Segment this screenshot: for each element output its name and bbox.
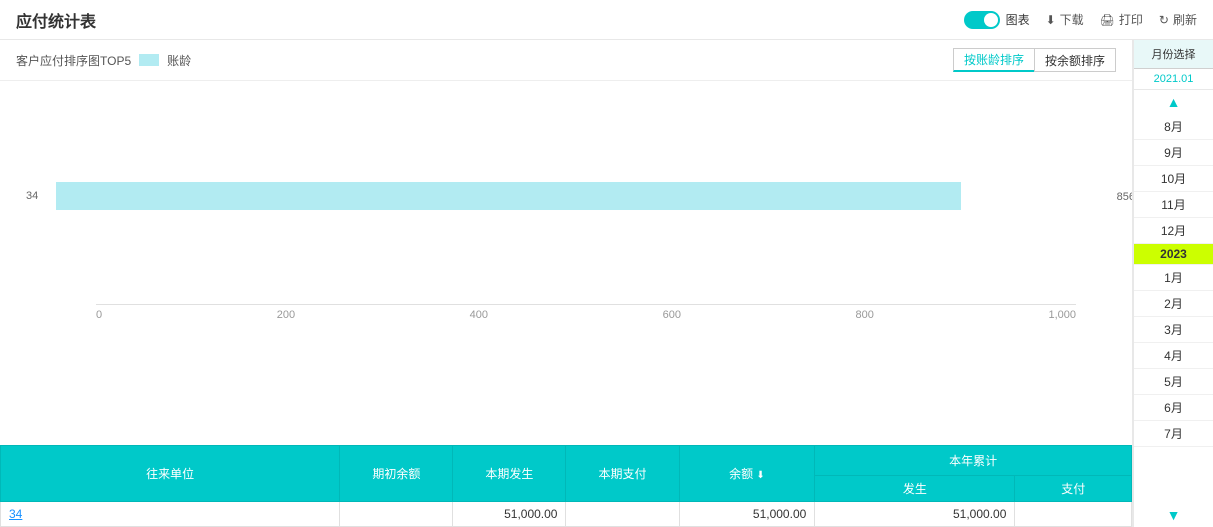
sidebar-item[interactable]: 12月 [1134, 218, 1213, 244]
chart-bar-area: 34 856天 02004006008001,000 [56, 101, 1096, 321]
print-icon: 🖨 [1100, 13, 1115, 27]
chart-toggle-label: 图表 [1006, 11, 1030, 28]
col-header-ytd-occur: 发生 [815, 476, 1015, 502]
download-button[interactable]: ⬇ 下载 [1046, 11, 1084, 28]
legend-label: 客户应付排序图TOP5 [16, 52, 131, 69]
download-icon: ⬇ [1046, 13, 1056, 27]
bar-right-label: 856天 [1117, 188, 1132, 204]
sidebar-current-date[interactable]: 2021.01 [1134, 69, 1213, 90]
col-header-period-balance: 期初余额 [340, 446, 453, 502]
col-header-current-pay: 本期支付 [566, 446, 679, 502]
print-button[interactable]: 🖨 打印 [1100, 11, 1143, 28]
x-axis-label: 400 [470, 309, 488, 321]
bar-left-label: 34 [26, 190, 38, 202]
sidebar-item[interactable]: 6月 [1134, 395, 1213, 421]
chart-toggle-group[interactable]: 图表 [964, 11, 1030, 29]
sort-buttons: 按账龄排序 按余额排序 [953, 48, 1116, 72]
cell-current-pay [566, 502, 679, 527]
sidebar-item[interactable]: 4月 [1134, 343, 1213, 369]
chart-top-bar: 客户应付排序图TOP5 账龄 按账龄排序 按余额排序 [0, 40, 1132, 81]
sidebar-item[interactable]: 7月 [1134, 421, 1213, 447]
legend-box-label: 账龄 [167, 52, 191, 69]
cell-balance: 51,000.00 [679, 502, 815, 527]
sidebar-header: 月份选择 [1134, 40, 1213, 69]
chart-area: 34 856天 0 200 400 600 800 1,000 [0, 81, 1132, 445]
refresh-icon: ↻ [1159, 13, 1169, 27]
x-axis: 0 200 400 600 800 1,000 [96, 304, 1076, 321]
cell-unit: 34 [1, 502, 340, 527]
col-header-current-occur: 本期发生 [453, 446, 566, 502]
data-table: 往来单位 期初余额 本期发生 本期支付 余额 ⬇ 本年累计 发生 [0, 445, 1132, 527]
chart-canvas: 34 856天 02004006008001,000 [16, 91, 1116, 351]
balance-sort-icon: ⬇ [756, 470, 764, 481]
table-row: 3451,000.0051,000.0051,000.00 [1, 502, 1132, 527]
sidebar-item[interactable]: 5月 [1134, 369, 1213, 395]
sidebar-item[interactable]: 8月 [1134, 114, 1213, 140]
col-header-ytd-pay: 支付 [1015, 476, 1132, 502]
sort-by-amount-button[interactable]: 按余额排序 [1034, 48, 1116, 72]
x-axis-label: 600 [663, 309, 681, 321]
sidebar-item[interactable]: 1月 [1134, 265, 1213, 291]
sidebar-scroll[interactable]: 8月9月10月11月12月20231月2月3月4月5月6月7月 [1134, 114, 1213, 503]
sidebar-up-button[interactable]: ▲ [1134, 90, 1213, 114]
cell-ytd-pay [1015, 502, 1132, 527]
chart-legend: 客户应付排序图TOP5 账龄 [16, 52, 191, 69]
sidebar: 月份选择 2021.01 ▲ 8月9月10月11月12月20231月2月3月4月… [1133, 40, 1213, 527]
refresh-button[interactable]: ↻ 刷新 [1159, 11, 1197, 28]
sidebar-item[interactable]: 2月 [1134, 291, 1213, 317]
sidebar-item[interactable]: 11月 [1134, 192, 1213, 218]
col-header-ytd: 本年累计 [815, 446, 1132, 476]
table-section: 往来单位 期初余额 本期发生 本期支付 余额 ⬇ 本年累计 发生 [0, 445, 1132, 527]
col-header-unit: 往来单位 [1, 446, 340, 502]
sidebar-down-button[interactable]: ▼ [1134, 503, 1213, 527]
chart-bar [56, 182, 961, 210]
cell-period-balance [340, 502, 453, 527]
cell-ytd-occur: 51,000.00 [815, 502, 1015, 527]
sidebar-item[interactable]: 10月 [1134, 166, 1213, 192]
sidebar-item[interactable]: 3月 [1134, 317, 1213, 343]
x-axis-label: 1,000 [1048, 309, 1076, 321]
sidebar-item[interactable]: 2023 [1134, 244, 1213, 265]
chart-toggle-switch[interactable] [964, 11, 1000, 29]
cell-current-occur: 51,000.00 [453, 502, 566, 527]
sort-by-balance-button[interactable]: 按账龄排序 [953, 48, 1034, 72]
x-axis-label: 800 [856, 309, 874, 321]
legend-box [139, 54, 159, 66]
page-title: 应付统计表 [16, 8, 96, 32]
header-actions: 图表 ⬇ 下载 🖨 打印 ↻ 刷新 [964, 11, 1197, 29]
x-axis-label: 0 [96, 309, 102, 321]
unit-link[interactable]: 34 [9, 507, 22, 521]
x-axis-label: 200 [277, 309, 295, 321]
col-header-balance: 余额 ⬇ [679, 446, 815, 502]
sidebar-item[interactable]: 9月 [1134, 140, 1213, 166]
